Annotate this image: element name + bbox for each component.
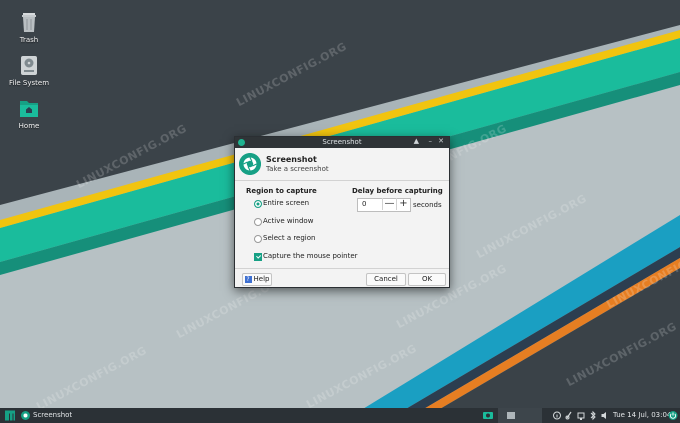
divider xyxy=(235,180,449,181)
option-entire-screen-label[interactable]: Entire screen xyxy=(263,199,309,207)
desktop-icon-home[interactable]: Home xyxy=(1,97,57,130)
titlebar[interactable]: Screenshot ▲ – ✕ xyxy=(235,137,449,148)
delay-value[interactable]: 0 xyxy=(362,200,366,208)
region-section-title: Region to capture xyxy=(246,187,317,195)
desktop-icon-label: File System xyxy=(8,79,50,87)
delay-spinbox[interactable]: 0 — + xyxy=(357,198,411,212)
capture-pointer-checkbox[interactable] xyxy=(254,253,262,261)
radio-active-window[interactable] xyxy=(254,218,262,226)
radio-select-region[interactable] xyxy=(254,235,262,243)
capture-pointer-label[interactable]: Capture the mouse pointer xyxy=(263,252,358,260)
minimize-icon[interactable]: – xyxy=(429,137,433,145)
taskbar: Screenshot Tue 14 Jul, 03:04 xyxy=(0,408,680,423)
power-icon[interactable] xyxy=(667,408,679,423)
keep-above-icon[interactable]: ▲ xyxy=(414,137,419,145)
desktop-icon-label: Home xyxy=(18,122,40,130)
screenshot-app-icon xyxy=(21,411,30,420)
workspace-1[interactable] xyxy=(507,412,515,419)
screenshot-tray-icon[interactable] xyxy=(482,408,494,423)
cancel-button[interactable]: Cancel xyxy=(366,273,406,286)
option-active-window-label[interactable]: Active window xyxy=(263,217,313,225)
clock[interactable]: Tue 14 Jul, 03:04 xyxy=(613,411,671,419)
info-icon[interactable] xyxy=(552,408,562,423)
option-select-region-label[interactable]: Select a region xyxy=(263,234,315,242)
network-icon[interactable] xyxy=(576,408,586,423)
desktop-icon-file-system[interactable]: File System xyxy=(1,54,57,87)
camera-shutter-icon xyxy=(239,153,261,175)
desktop-icon-label: Trash xyxy=(19,36,39,44)
delay-section-title: Delay before capturing xyxy=(352,187,443,195)
close-icon[interactable]: ✕ xyxy=(438,137,444,145)
workspace-switcher[interactable] xyxy=(498,408,542,423)
trash-icon xyxy=(22,13,36,32)
screenshot-dialog: Screenshot ▲ – ✕ Screenshot Take a scree… xyxy=(234,136,450,288)
help-button-label: Help xyxy=(253,275,270,283)
dialog-heading: Screenshot xyxy=(266,155,317,164)
bluetooth-icon[interactable] xyxy=(588,408,598,423)
help-button[interactable]: ? Help xyxy=(242,273,272,286)
increase-delay-button[interactable]: + xyxy=(396,198,410,210)
radio-entire-screen[interactable] xyxy=(254,200,262,208)
dialog-subheading: Take a screenshot xyxy=(266,165,329,173)
manjaro-menu-icon[interactable] xyxy=(4,408,16,423)
clipboard-icon[interactable] xyxy=(564,408,574,423)
volume-icon[interactable] xyxy=(600,408,610,423)
taskbar-window-button[interactable]: Screenshot xyxy=(19,408,99,423)
help-icon: ? xyxy=(244,275,252,283)
taskbar-window-label: Screenshot xyxy=(33,411,73,419)
desktop-icon-trash[interactable]: Trash xyxy=(1,11,57,44)
home-folder-icon xyxy=(20,101,38,117)
divider xyxy=(235,268,449,269)
decrease-delay-button[interactable]: — xyxy=(382,198,396,210)
hard-drive-icon xyxy=(21,56,37,75)
ok-button[interactable]: OK xyxy=(408,273,446,286)
delay-unit-label: seconds xyxy=(413,201,442,209)
